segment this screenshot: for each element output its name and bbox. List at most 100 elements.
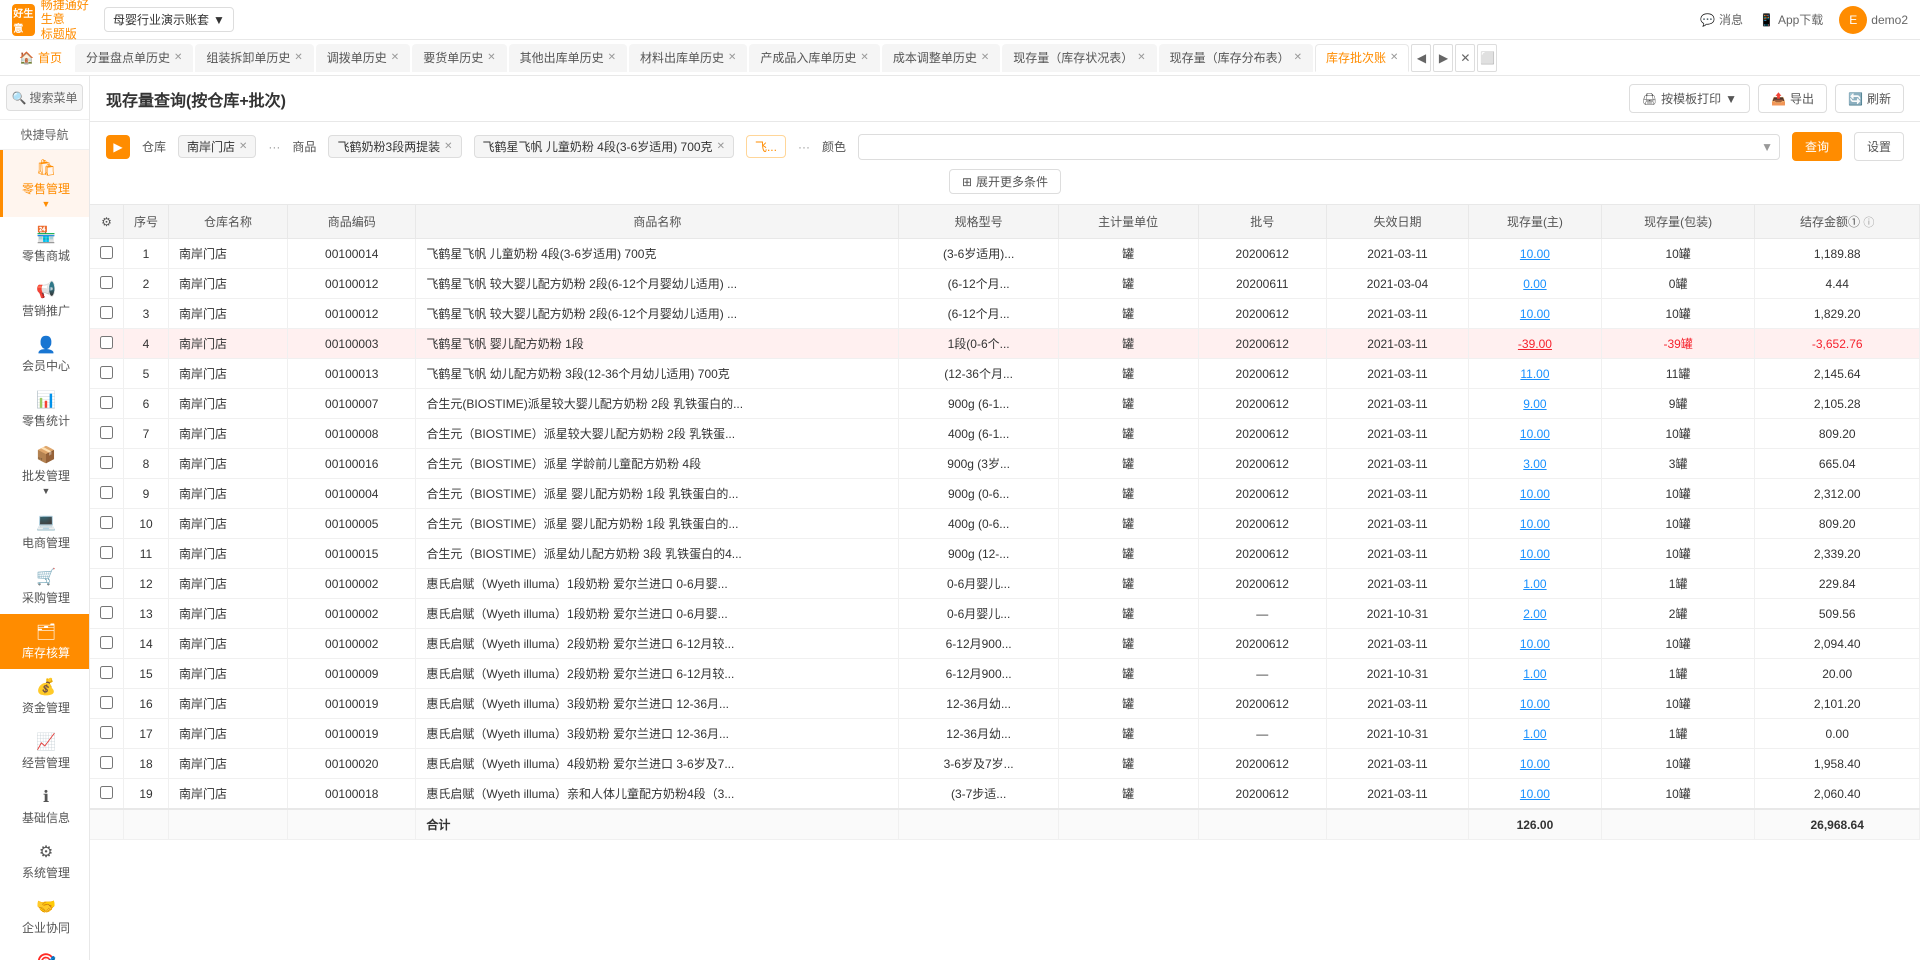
row-checkbox-16[interactable]	[90, 719, 124, 749]
tab-close-pi-ci[interactable]: ✕	[1390, 52, 1398, 63]
balance-info-icon[interactable]: ⓘ	[1863, 217, 1874, 229]
row-qty-7[interactable]: 3.00	[1469, 449, 1602, 479]
tab-close-tiao-bo[interactable]: ✕	[391, 52, 399, 63]
row-qty-9[interactable]: 10.00	[1469, 509, 1602, 539]
tab-prev-button[interactable]: ◀	[1411, 44, 1431, 72]
sidebar-item-retail-mgmt[interactable]: 🛍 零售管理 ▼	[0, 150, 89, 217]
row-qty-11[interactable]: 1.00	[1469, 569, 1602, 599]
row-qty-0[interactable]: 10.00	[1469, 239, 1602, 269]
sidebar-item-wholesale[interactable]: 📦 批发管理 ▼	[0, 437, 89, 504]
query-button[interactable]: 查询	[1792, 132, 1842, 161]
row-qty-14[interactable]: 1.00	[1469, 659, 1602, 689]
row-checkbox-14[interactable]	[90, 659, 124, 689]
tab-close-yao-huo[interactable]: ✕	[487, 52, 495, 63]
tab-close-kuzhuang[interactable]: ✕	[1137, 52, 1145, 63]
row-checkbox-8[interactable]	[90, 479, 124, 509]
tab-zu-chai[interactable]: 组装拆卸单历史 ✕	[195, 44, 313, 72]
sidebar-item-marketing[interactable]: 📢 营销推广	[0, 272, 89, 327]
row-checkbox-12[interactable]	[90, 599, 124, 629]
row-checkbox-2[interactable]	[90, 299, 124, 329]
tab-close-cheng-ben[interactable]: ✕	[981, 52, 989, 63]
row-qty-1[interactable]: 0.00	[1469, 269, 1602, 299]
row-checkbox-18[interactable]	[90, 779, 124, 810]
row-checkbox-9[interactable]	[90, 509, 124, 539]
tab-close-all-button[interactable]: ✕	[1455, 44, 1475, 72]
row-qty-16[interactable]: 1.00	[1469, 719, 1602, 749]
app-download-button[interactable]: 📱 App下载	[1759, 11, 1823, 28]
color-filter-input[interactable]: ▼	[858, 134, 1780, 160]
warehouse-ellipsis[interactable]: ···	[268, 140, 280, 154]
expand-conditions-button[interactable]: ⊞ 展开更多条件	[949, 169, 1061, 194]
tab-close-zu-chai[interactable]: ✕	[294, 52, 302, 63]
warehouse-tag-close[interactable]: ✕	[239, 141, 247, 152]
row-checkbox-5[interactable]	[90, 389, 124, 419]
sidebar-item-finance[interactable]: 💰 资金管理	[0, 669, 89, 724]
product-ellipsis[interactable]: ···	[798, 140, 810, 154]
row-qty-10[interactable]: 10.00	[1469, 539, 1602, 569]
sidebar-item-operations[interactable]: 📈 经营管理	[0, 724, 89, 779]
tab-next-button[interactable]: ▶	[1433, 44, 1453, 72]
row-qty-17[interactable]: 10.00	[1469, 749, 1602, 779]
sidebar-item-retail-stats[interactable]: 📊 零售统计	[0, 382, 89, 437]
sidebar-item-basic-info[interactable]: ℹ 基础信息	[0, 779, 89, 834]
tab-xian-cun-kuzhuang[interactable]: 现存量（库存状况表） ✕	[1002, 44, 1156, 72]
filter-expand-button[interactable]: ▶	[106, 135, 130, 159]
sidebar-item-system[interactable]: ⚙ 系统管理	[0, 834, 89, 889]
tab-close-chan-pin[interactable]: ✕	[860, 52, 868, 63]
tab-close-fenbu[interactable]: ✕	[1294, 52, 1302, 63]
row-checkbox-4[interactable]	[90, 359, 124, 389]
row-qty-6[interactable]: 10.00	[1469, 419, 1602, 449]
tab-cai-liao[interactable]: 材料出库单历史 ✕	[629, 44, 747, 72]
row-checkbox-1[interactable]	[90, 269, 124, 299]
message-button[interactable]: 💬 消息	[1700, 11, 1743, 28]
product-more-button[interactable]: 飞...	[746, 135, 786, 158]
tab-close-cai-liao[interactable]: ✕	[728, 52, 736, 63]
row-qty-18[interactable]: 10.00	[1469, 779, 1602, 810]
print-button[interactable]: 🖨 按模板打印 ▼	[1629, 84, 1750, 113]
row-qty-13[interactable]: 10.00	[1469, 629, 1602, 659]
row-checkbox-0[interactable]	[90, 239, 124, 269]
row-checkbox-13[interactable]	[90, 629, 124, 659]
row-qty-15[interactable]: 10.00	[1469, 689, 1602, 719]
tab-qi-ta-chu[interactable]: 其他出库单历史 ✕	[509, 44, 627, 72]
tab-xian-cun-fenbu[interactable]: 现存量（库存分布表） ✕	[1159, 44, 1313, 72]
row-checkbox-15[interactable]	[90, 689, 124, 719]
row-qty-8[interactable]: 10.00	[1469, 479, 1602, 509]
tab-chan-pin[interactable]: 产成品入库单历史 ✕	[749, 44, 879, 72]
quick-nav-button[interactable]: 快捷导航	[0, 120, 89, 150]
row-qty-5[interactable]: 9.00	[1469, 389, 1602, 419]
sidebar-item-retail-shop[interactable]: 🏪 零售商城	[0, 217, 89, 272]
setting-button[interactable]: 设置	[1854, 132, 1904, 161]
tab-ku-cun-pi-ci[interactable]: 库存批次账 ✕	[1315, 44, 1409, 72]
col-settings[interactable]: ⚙	[90, 205, 124, 239]
row-qty-3[interactable]: -39.00	[1469, 329, 1602, 359]
tab-yao-huo[interactable]: 要货单历史 ✕	[412, 44, 506, 72]
account-selector[interactable]: 母婴行业演示账套 ▼	[104, 7, 234, 32]
refresh-button[interactable]: 🔄 刷新	[1835, 84, 1904, 113]
sidebar-item-purchase[interactable]: 🛒 采购管理	[0, 559, 89, 614]
tab-close-fen-pan[interactable]: ✕	[174, 52, 182, 63]
tab-close-qi-ta[interactable]: ✕	[608, 52, 616, 63]
export-button[interactable]: 📤 导出	[1758, 84, 1827, 113]
row-qty-12[interactable]: 2.00	[1469, 599, 1602, 629]
tab-tiao-bo[interactable]: 调拨单历史 ✕	[316, 44, 410, 72]
tab-menu-button[interactable]: ⬜	[1477, 44, 1497, 72]
row-checkbox-11[interactable]	[90, 569, 124, 599]
search-menu-button[interactable]: 🔍 搜索菜单	[6, 84, 83, 111]
sidebar-item-ecommerce[interactable]: 💻 电商管理	[0, 504, 89, 559]
settings-icon[interactable]: ⚙	[101, 215, 112, 229]
sidebar-item-inventory[interactable]: 🗂 库存核算	[0, 614, 89, 669]
sidebar-item-member[interactable]: 👤 会员中心	[0, 327, 89, 382]
tab-fen-pan[interactable]: 分量盘点单历史 ✕	[75, 44, 193, 72]
tab-home[interactable]: 🏠 首页	[8, 44, 73, 72]
row-checkbox-6[interactable]	[90, 419, 124, 449]
product-tag-1-close[interactable]: ✕	[444, 141, 452, 152]
sidebar-item-guide[interactable]: 🎯 新手引导	[0, 944, 89, 960]
row-checkbox-7[interactable]	[90, 449, 124, 479]
tab-cheng-ben[interactable]: 成本调整单历史 ✕	[882, 44, 1000, 72]
product-tag-2-close[interactable]: ✕	[717, 141, 725, 152]
user-avatar-area[interactable]: E demo2	[1839, 6, 1908, 34]
row-checkbox-17[interactable]	[90, 749, 124, 779]
row-qty-4[interactable]: 11.00	[1469, 359, 1602, 389]
row-checkbox-3[interactable]	[90, 329, 124, 359]
